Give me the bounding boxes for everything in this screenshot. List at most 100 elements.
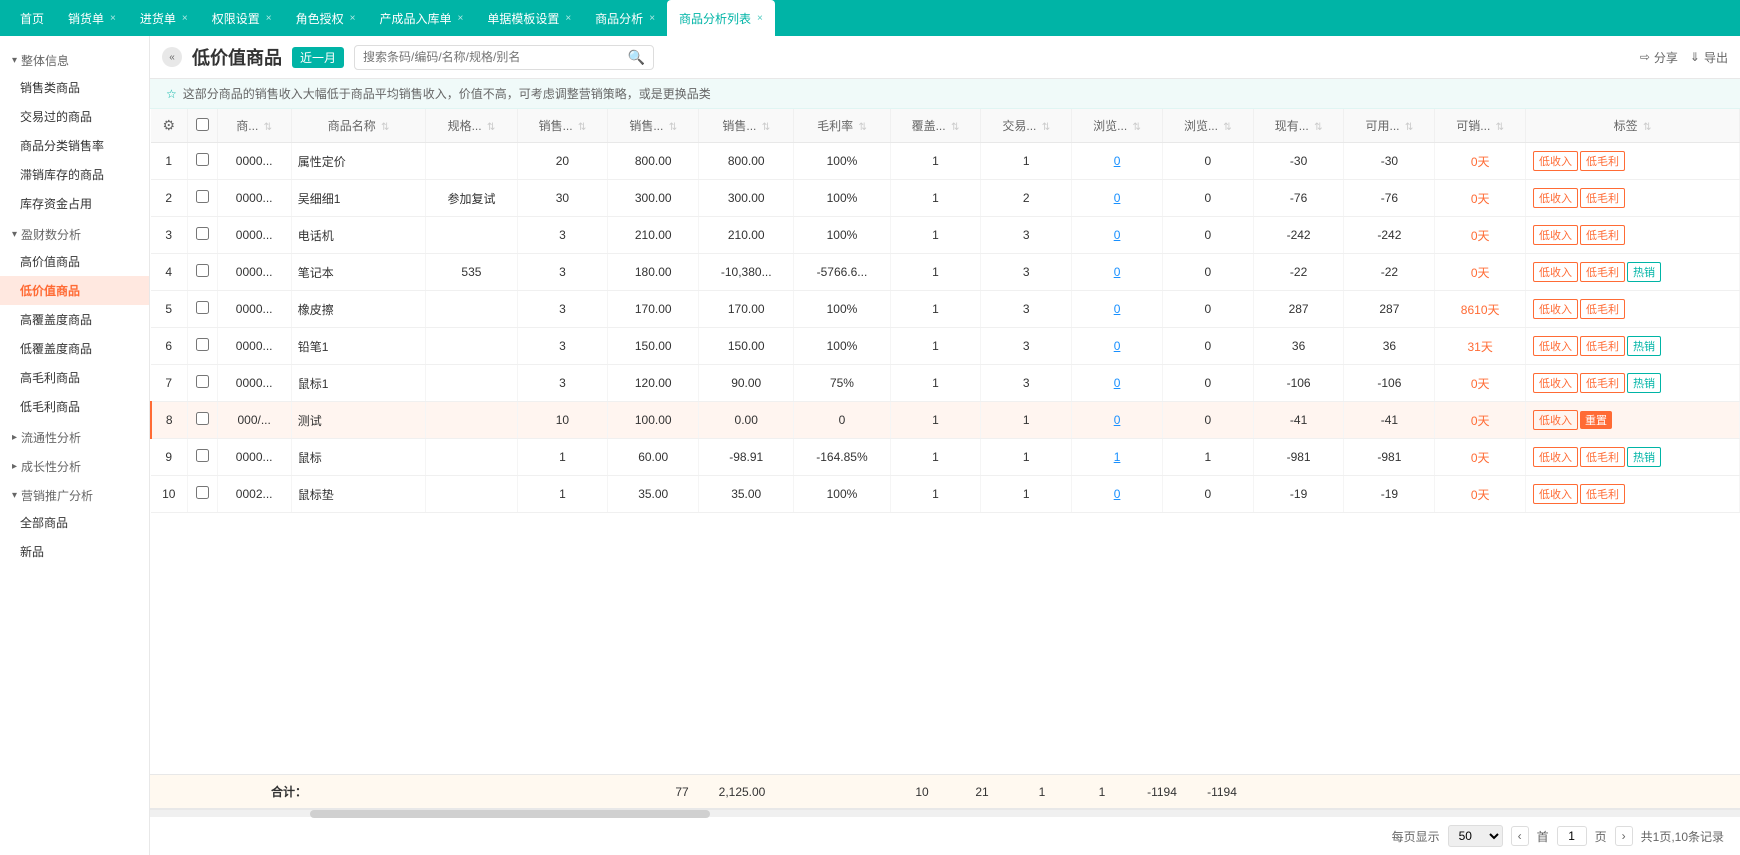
row-current-stock: 287 (1253, 291, 1344, 328)
browse1-link[interactable]: 0 (1114, 154, 1121, 168)
row-sales-amount: 120.00 (608, 365, 699, 402)
select-all-checkbox[interactable] (196, 118, 209, 131)
sidebar-item-low-coverage[interactable]: 低覆盖度商品 (0, 334, 149, 363)
pagination-bar: 每页显示 50 100 ‹ 首 页 › 共1页,10条记录 (150, 817, 1740, 855)
row-checkbox-cell (187, 439, 217, 476)
nav-role-auth[interactable]: 角色授权 × (284, 0, 368, 36)
sidebar-item-category-sales-rate[interactable]: 商品分类销售率 (0, 131, 149, 160)
row-coverage: 1 (890, 476, 981, 513)
col-spec: 规格... ⇅ (426, 109, 517, 143)
sidebar-group-marketing[interactable]: ▾ 营销推广分析 (0, 479, 149, 508)
row-browse1: 0 (1072, 291, 1163, 328)
row-spec (426, 217, 517, 254)
browse1-link[interactable]: 0 (1114, 413, 1121, 427)
nav-close-icon[interactable]: × (182, 13, 188, 24)
row-sales-amount: 150.00 (608, 328, 699, 365)
tag: 低毛利 (1580, 188, 1625, 208)
row-checkbox[interactable] (196, 264, 209, 277)
row-margin: 100% (794, 476, 890, 513)
nav-close-icon[interactable]: × (565, 13, 571, 24)
sidebar-group-growth[interactable]: ▸ 成长性分析 (0, 450, 149, 479)
row-checkbox[interactable] (196, 486, 209, 499)
nav-close-icon[interactable]: × (350, 13, 356, 24)
sidebar-item-sales-products[interactable]: 销售类商品 (0, 73, 149, 102)
gear-icon[interactable]: ⚙ (162, 117, 175, 133)
nav-close-icon[interactable]: × (649, 13, 655, 24)
row-current-stock: 36 (1253, 328, 1344, 365)
row-checkbox[interactable] (196, 153, 209, 166)
sidebar-item-all-products[interactable]: 全部商品 (0, 508, 149, 537)
nav-product-analysis-list[interactable]: 商品分析列表 × (667, 0, 775, 36)
browse1-link[interactable]: 0 (1114, 228, 1121, 242)
page-unit: 页 (1595, 828, 1607, 845)
row-number: 8 (151, 402, 187, 439)
nav-close-icon[interactable]: × (757, 13, 763, 24)
first-page-button[interactable]: ‹ (1511, 826, 1529, 846)
sidebar-item-traded-products[interactable]: 交易过的商品 (0, 102, 149, 131)
sidebar-item-new-products[interactable]: 新品 (0, 537, 149, 566)
nav-home[interactable]: 首页 (8, 0, 56, 36)
browse1-link[interactable]: 0 (1114, 376, 1121, 390)
row-sales-qty: 1 (517, 476, 608, 513)
row-current-stock: -981 (1253, 439, 1344, 476)
page-number-input[interactable] (1557, 826, 1587, 846)
sidebar-group-flow[interactable]: ▸ 流通性分析 (0, 421, 149, 450)
page-size-label: 每页显示 (1392, 828, 1440, 845)
row-current-stock: -41 (1253, 402, 1344, 439)
sidebar-item-slow-moving[interactable]: 滞销库存的商品 (0, 160, 149, 189)
page-size-select[interactable]: 50 100 (1448, 825, 1503, 847)
browse1-link[interactable]: 0 (1114, 265, 1121, 279)
nav-close-icon[interactable]: × (266, 13, 272, 24)
scrollbar-area[interactable] (150, 809, 1740, 817)
sidebar-item-low-margin[interactable]: 低毛利商品 (0, 392, 149, 421)
next-page-button[interactable]: › (1615, 826, 1633, 846)
nav-template-settings[interactable]: 单据模板设置 × (475, 0, 583, 36)
row-sales-cost: 90.00 (699, 365, 794, 402)
sidebar-group-overview[interactable]: ▾ 整体信息 (0, 44, 149, 73)
browse1-link[interactable]: 0 (1114, 191, 1121, 205)
browse1-link[interactable]: 0 (1114, 487, 1121, 501)
nav-product-inbound[interactable]: 产成品入库单 × (367, 0, 475, 36)
export-button[interactable]: ⇓ 导出 (1690, 49, 1728, 66)
search-input[interactable] (363, 50, 622, 64)
total-s1: 77 (652, 785, 712, 799)
time-badge[interactable]: 近一月 (292, 47, 344, 68)
search-icon[interactable]: 🔍 (628, 49, 645, 66)
row-checkbox[interactable] (196, 301, 209, 314)
row-browse2: 0 (1162, 143, 1253, 180)
table-row: 20000...吴细细1参加复试30300.00300.00100%1200-7… (151, 180, 1740, 217)
nav-close-icon[interactable]: × (457, 13, 463, 24)
table-row: 8000/...测试10100.000.0001100-41-410天低收入重置 (151, 402, 1740, 439)
total-label: 合计： (162, 783, 327, 800)
col-avail: 可用... ⇅ (1344, 109, 1435, 143)
nav-product-analysis[interactable]: 商品分析 × (583, 0, 667, 36)
nav-purchase-order[interactable]: 进货单 × (128, 0, 200, 36)
row-checkbox[interactable] (196, 375, 209, 388)
nav-close-icon[interactable]: × (110, 13, 116, 24)
sidebar-item-high-margin[interactable]: 高毛利商品 (0, 363, 149, 392)
share-button[interactable]: ⇨ 分享 (1640, 49, 1678, 66)
nav-permission-settings[interactable]: 权限设置 × (200, 0, 284, 36)
row-checkbox[interactable] (196, 412, 209, 425)
row-checkbox[interactable] (196, 338, 209, 351)
sidebar-group-financial[interactable]: ▾ 盈财数分析 (0, 218, 149, 247)
browse1-link[interactable]: 1 (1114, 450, 1121, 464)
row-checkbox[interactable] (196, 449, 209, 462)
browse1-link[interactable]: 0 (1114, 339, 1121, 353)
row-coverage: 1 (890, 402, 981, 439)
row-current-stock: -106 (1253, 365, 1344, 402)
tag: 低收入 (1533, 484, 1578, 504)
row-checkbox[interactable] (196, 190, 209, 203)
sidebar-item-high-value[interactable]: 高价值商品 (0, 247, 149, 276)
total-row: 合计： 77 2,125.00 10 21 1 1 -1194 -1 (150, 775, 1740, 809)
sidebar-item-low-value[interactable]: 低价值商品 (0, 276, 149, 305)
collapse-sidebar-button[interactable]: « (162, 47, 182, 67)
sidebar-item-high-coverage[interactable]: 高覆盖度商品 (0, 305, 149, 334)
nav-sales-order[interactable]: 销货单 × (56, 0, 128, 36)
row-available-stock: -76 (1344, 180, 1435, 217)
row-spec (426, 402, 517, 439)
sidebar-item-inventory-capital[interactable]: 库存资金占用 (0, 189, 149, 218)
row-days: 0天 (1435, 217, 1526, 254)
browse1-link[interactable]: 0 (1114, 302, 1121, 316)
row-checkbox[interactable] (196, 227, 209, 240)
